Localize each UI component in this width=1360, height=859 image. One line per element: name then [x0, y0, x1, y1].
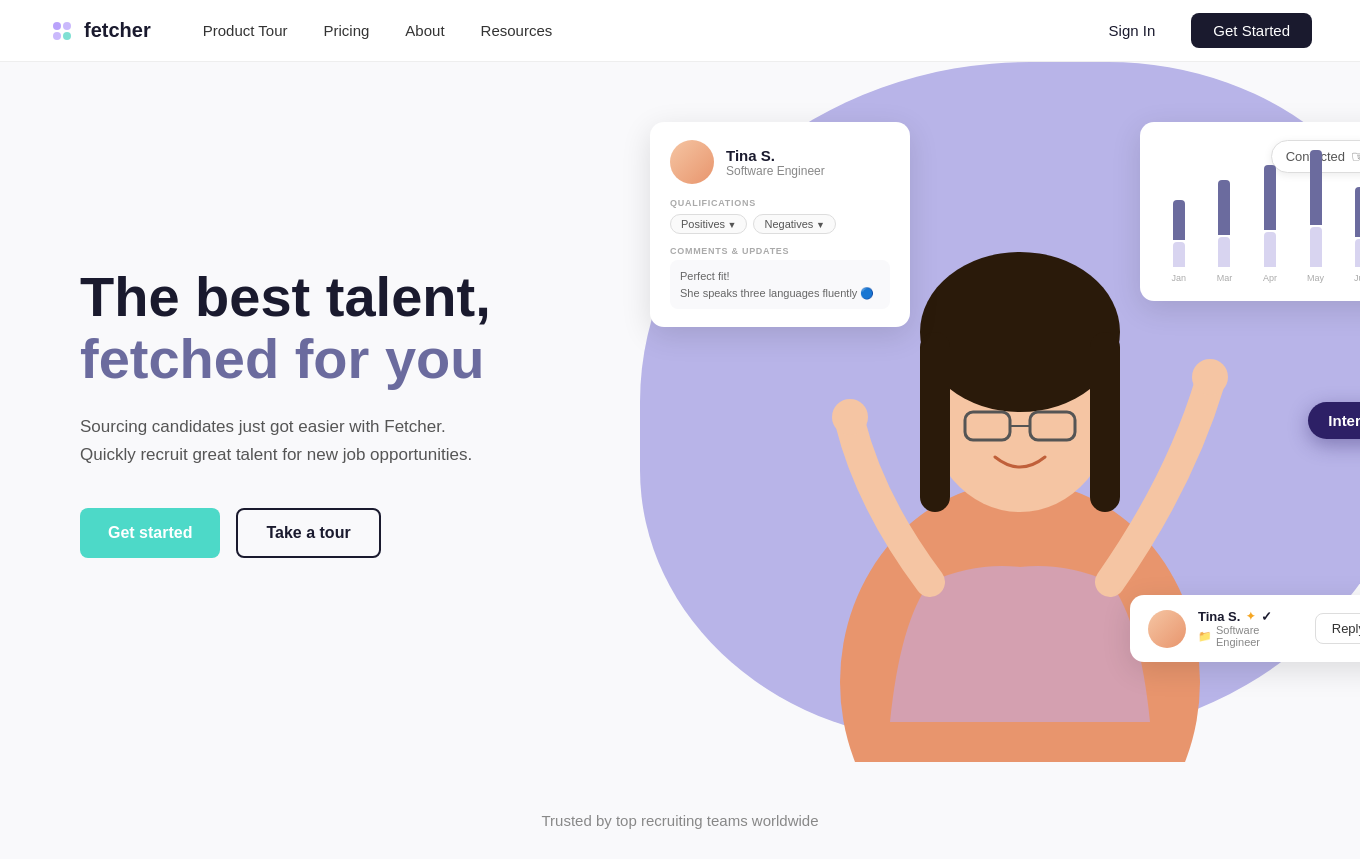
- chart-bars: [1160, 187, 1360, 267]
- hero-title-line1: The best talent,: [80, 265, 491, 328]
- hero-subtitle-line1: Sourcing candidates just got easier with…: [80, 417, 446, 436]
- profile-role: Software Engineer: [726, 164, 825, 178]
- get-started-button[interactable]: Get started: [80, 508, 220, 558]
- bar-jun: [1342, 187, 1360, 267]
- chart-label-may: May: [1297, 273, 1335, 283]
- bar-light-mar: [1218, 237, 1230, 267]
- nav-pricing[interactable]: Pricing: [307, 14, 385, 47]
- chart-card: Contacted ☞: [1140, 122, 1360, 301]
- navbar: fetcher Product Tour Pricing About Resou…: [0, 0, 1360, 62]
- profile-card: Tina S. Software Engineer QUALIFICATIONS…: [650, 122, 910, 327]
- trusted-section: Trusted by top recruiting teams worldwid…: [0, 762, 1360, 859]
- bar-light-jan: [1173, 242, 1185, 267]
- bar-jan: [1160, 200, 1198, 267]
- svg-point-0: [53, 22, 61, 30]
- comments-label: COMMENTS & UPDATES: [670, 246, 890, 256]
- fetcher-logo-icon: [48, 17, 76, 45]
- logo[interactable]: fetcher: [48, 17, 151, 45]
- trusted-text: Trusted by top recruiting teams worldwid…: [80, 812, 1280, 829]
- profile-avatar: [670, 140, 714, 184]
- svg-point-3: [63, 32, 71, 40]
- reply-button[interactable]: Reply: [1315, 613, 1360, 644]
- hero-content: The best talent, fetched for you Sourcin…: [0, 186, 680, 638]
- bar-apr: [1251, 165, 1289, 267]
- hero-visual: Tina S. Software Engineer QUALIFICATIONS…: [680, 62, 1360, 762]
- chart-label-apr: Apr: [1251, 273, 1289, 283]
- reply-spark-icon: ✦: [1246, 610, 1255, 623]
- hero-subtitle: Sourcing candidates just got easier with…: [80, 413, 560, 467]
- reply-avatar: [1148, 610, 1186, 648]
- chart-label-jan: Jan: [1160, 273, 1198, 283]
- comment-line2: She speaks three languages fluently 🔵: [680, 285, 880, 302]
- svg-point-1: [63, 22, 71, 30]
- sign-in-button[interactable]: Sign In: [1089, 14, 1176, 47]
- bar-dark-mar: [1218, 180, 1230, 235]
- hero-title-line2: fetched for you: [80, 327, 484, 390]
- svg-rect-7: [920, 332, 950, 512]
- nav-resources[interactable]: Resources: [465, 14, 569, 47]
- profile-name: Tina S.: [726, 147, 825, 164]
- cursor-icon: ☞: [1351, 147, 1360, 166]
- bar-dark-jun: [1355, 187, 1360, 237]
- nav-links: Product Tour Pricing About Resources: [187, 14, 569, 47]
- bar-may: [1297, 150, 1335, 267]
- reply-name-text: Tina S.: [1198, 609, 1240, 624]
- profile-card-header: Tina S. Software Engineer: [670, 140, 890, 184]
- bar-light-apr: [1264, 232, 1276, 267]
- bar-dark-jan: [1173, 200, 1185, 240]
- chart-labels: Jan Mar Apr May Jun: [1160, 273, 1360, 283]
- interested-pill: Interested: [1308, 402, 1360, 439]
- navbar-left: fetcher Product Tour Pricing About Resou…: [48, 14, 568, 47]
- hero-section: The best talent, fetched for you Sourcin…: [0, 62, 1360, 762]
- comment-line1: Perfect fit!: [680, 268, 880, 285]
- get-started-nav-button[interactable]: Get Started: [1191, 13, 1312, 48]
- chart-label-jun: Jun: [1342, 273, 1360, 283]
- hero-subtitle-line2: Quickly recruit great talent for new job…: [80, 445, 472, 464]
- bar-dark-apr: [1264, 165, 1276, 230]
- tag-positives[interactable]: Positives: [670, 214, 747, 234]
- chart-label-mar: Mar: [1206, 273, 1244, 283]
- reply-name: Tina S. ✦ ✓: [1198, 609, 1303, 624]
- svg-rect-8: [1090, 332, 1120, 512]
- reply-check-icon: ✓: [1261, 609, 1272, 624]
- svg-point-12: [832, 399, 868, 435]
- bar-light-may: [1310, 227, 1322, 267]
- reply-role: 📁 Software Engineer: [1198, 624, 1303, 648]
- interested-badge: Interested: [1308, 402, 1360, 439]
- nav-product-tour[interactable]: Product Tour: [187, 14, 304, 47]
- bar-light-jun: [1355, 239, 1360, 267]
- brand-name: fetcher: [84, 19, 151, 42]
- bar-mar: [1206, 180, 1244, 267]
- reply-info: Tina S. ✦ ✓ 📁 Software Engineer: [1198, 609, 1303, 648]
- take-a-tour-button[interactable]: Take a tour: [236, 508, 380, 558]
- bar-dark-may: [1310, 150, 1322, 225]
- reply-card: Tina S. ✦ ✓ 📁 Software Engineer Reply: [1130, 595, 1360, 662]
- nav-about[interactable]: About: [389, 14, 460, 47]
- hero-buttons: Get started Take a tour: [80, 508, 632, 558]
- qualification-tags: Positives Negatives: [670, 214, 890, 234]
- tag-negatives[interactable]: Negatives: [753, 214, 835, 234]
- qualifications-label: QUALIFICATIONS: [670, 198, 890, 208]
- comments-box: Perfect fit! She speaks three languages …: [670, 260, 890, 309]
- hero-title: The best talent, fetched for you: [80, 266, 632, 389]
- svg-point-13: [1192, 359, 1228, 395]
- reply-role-text: Software Engineer: [1216, 624, 1303, 648]
- svg-point-2: [53, 32, 61, 40]
- reply-role-icon: 📁: [1198, 630, 1212, 643]
- navbar-right: Sign In Get Started: [1089, 13, 1312, 48]
